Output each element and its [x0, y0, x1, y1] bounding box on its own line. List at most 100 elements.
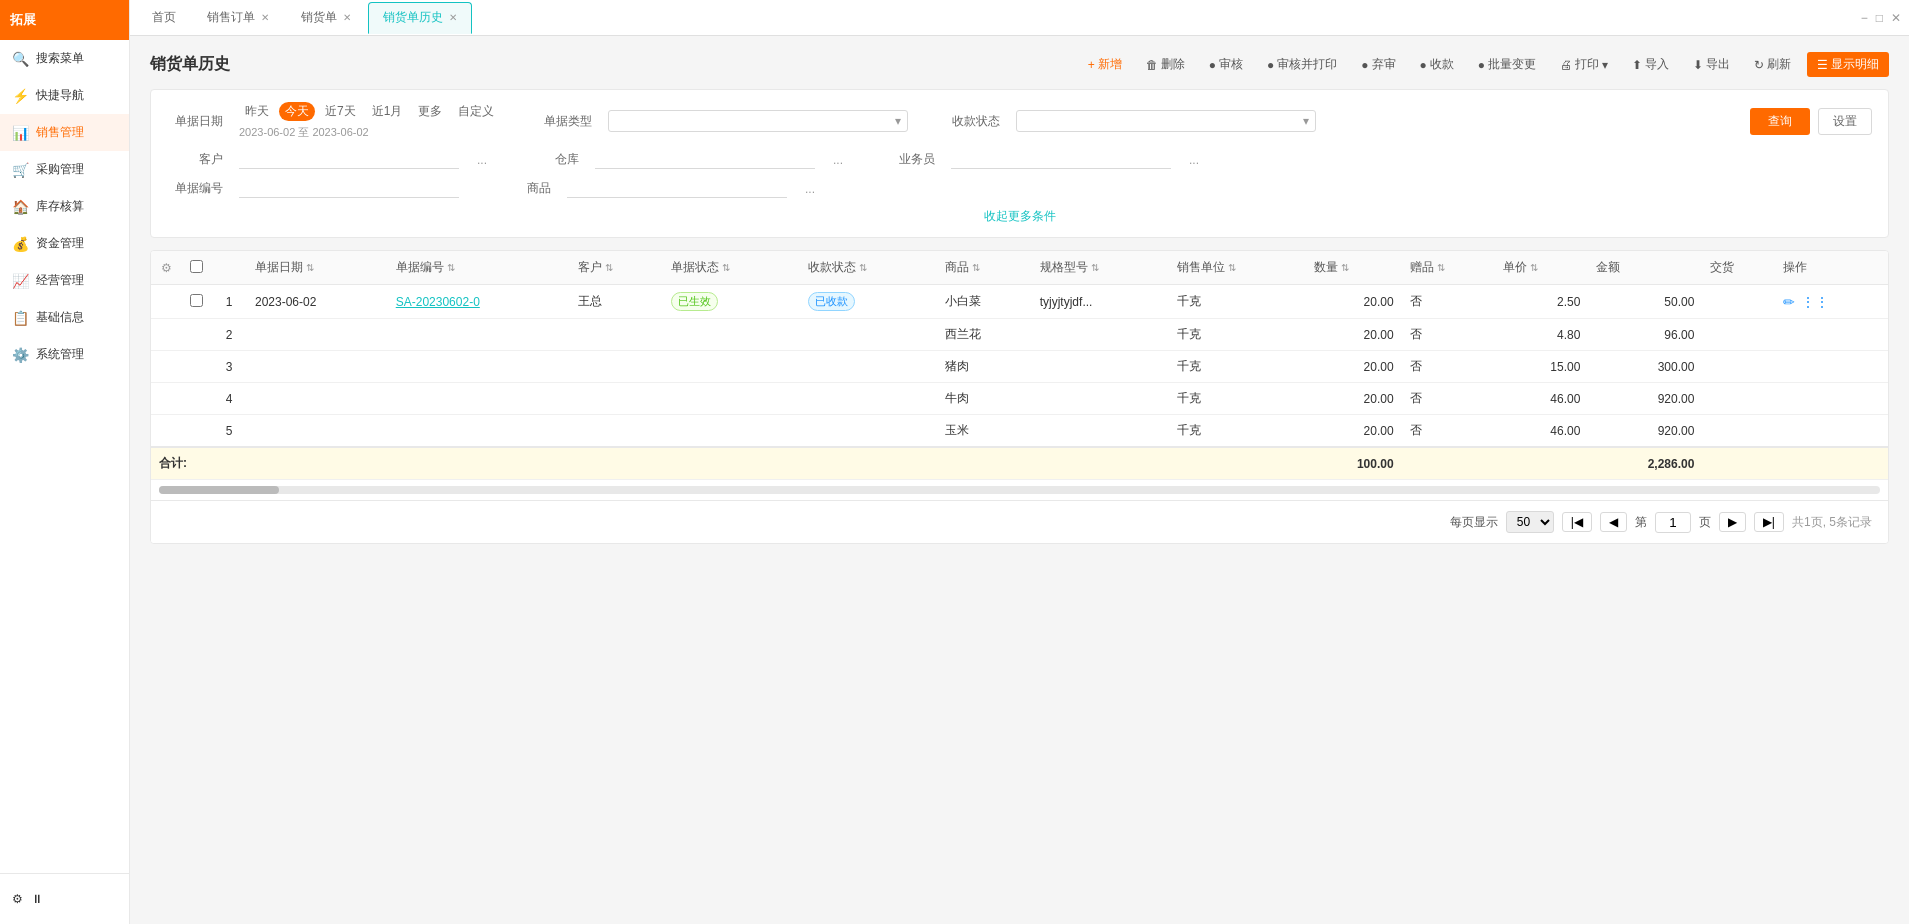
export-button[interactable]: ⬇ 导出: [1685, 52, 1738, 77]
refresh-button[interactable]: ↻ 刷新: [1746, 52, 1799, 77]
checkbox-cell: [181, 415, 211, 448]
docstatus-col-header[interactable]: 单据状态 ⇅: [663, 251, 800, 285]
tab-sales-history[interactable]: 销货单历史 ✕: [368, 2, 472, 34]
sidebar-item-sales-mgmt[interactable]: 📊 销售管理: [0, 114, 129, 151]
salesunit-col-header[interactable]: 销售单位 ⇅: [1169, 251, 1306, 285]
goods-label: 商品: [495, 180, 551, 197]
today-btn[interactable]: 今天: [279, 102, 315, 121]
goods-col-header[interactable]: 商品 ⇅: [937, 251, 1032, 285]
table-row: 3 猪肉 千克 20.00 否 15.00 300.00: [151, 351, 1888, 383]
spec-col-header[interactable]: 规格型号 ⇅: [1032, 251, 1169, 285]
sidebar-item-search-menu[interactable]: 🔍 搜索菜单: [0, 40, 129, 77]
sidebar-item-settings-bottom[interactable]: ⚙ ⏸: [0, 882, 129, 916]
customer-col-header[interactable]: 客户 ⇅: [570, 251, 663, 285]
more-action-icon[interactable]: ⋮⋮: [1801, 294, 1829, 310]
salesperson-ellipsis[interactable]: ...: [1189, 153, 1199, 167]
purchase-mgmt-icon: 🛒: [12, 162, 28, 178]
docno-cell: [388, 383, 570, 415]
customer-cell: [570, 383, 663, 415]
unitprice-col-header[interactable]: 单价 ⇅: [1495, 251, 1588, 285]
new-button[interactable]: + 新增: [1080, 52, 1130, 77]
tab-home[interactable]: 首页: [138, 2, 190, 34]
quantity-col-header[interactable]: 数量 ⇅: [1306, 251, 1402, 285]
salesperson-input[interactable]: [951, 150, 1171, 169]
delete-button[interactable]: 🗑 删除: [1138, 52, 1193, 77]
tab-sales-order[interactable]: 销售订单 ✕: [192, 2, 284, 34]
tab-sales-delivery[interactable]: 销货单 ✕: [286, 2, 366, 34]
status-select[interactable]: ▾: [1016, 110, 1316, 132]
per-page-select[interactable]: 50: [1506, 511, 1554, 533]
collect-button[interactable]: ● 收款: [1412, 52, 1462, 77]
per-page-label: 每页显示: [1450, 514, 1498, 531]
gift-col-header[interactable]: 赠品 ⇅: [1402, 251, 1495, 285]
more-date-btn[interactable]: 更多: [412, 102, 448, 121]
yesterday-btn[interactable]: 昨天: [239, 102, 275, 121]
last-page-btn[interactable]: ▶|: [1754, 512, 1784, 532]
query-button[interactable]: 查询: [1750, 108, 1810, 135]
sidebar-item-quick-nav[interactable]: ⚡ 快捷导航: [0, 77, 129, 114]
7days-btn[interactable]: 近7天: [319, 102, 362, 121]
select-all-checkbox[interactable]: [190, 260, 203, 273]
tab-close-sales-delivery[interactable]: ✕: [343, 12, 351, 23]
docno-col-header[interactable]: 单据编号 ⇅: [388, 251, 570, 285]
next-page-btn[interactable]: ▶: [1719, 512, 1746, 532]
import-icon: ⬆: [1632, 58, 1642, 72]
batch-change-button[interactable]: ● 批量变更: [1470, 52, 1544, 77]
sidebar-item-operations-mgmt[interactable]: 📈 经营管理: [0, 262, 129, 299]
sidebar-item-label: 系统管理: [36, 346, 84, 363]
paystatus-col-header[interactable]: 收款状态 ⇅: [800, 251, 937, 285]
date-col-header[interactable]: 单据日期 ⇅: [247, 251, 388, 285]
filter-actions: 查询 设置: [1750, 108, 1872, 135]
edit-icon[interactable]: ✏: [1783, 294, 1795, 310]
audit-button[interactable]: ● 审核: [1201, 52, 1251, 77]
sidebar-item-label: 采购管理: [36, 161, 84, 178]
checkbox-col-header: [181, 251, 211, 285]
filter-more-btn[interactable]: 收起更多条件: [984, 208, 1056, 225]
audit-print-button[interactable]: ● 审核并打印: [1259, 52, 1345, 77]
toolbar: + 新增 🗑 删除 ● 审核 ● 审核并打印 ● 弃审: [1080, 52, 1889, 77]
sidebar-item-capital-mgmt[interactable]: 💰 资金管理: [0, 225, 129, 262]
gift-cell: 否: [1402, 319, 1495, 351]
filter-area: 单据日期 昨天 今天 近7天 近1月 更多 自定义 2023-06-02 至 2…: [150, 89, 1889, 238]
filter-row-2: 客户 ... 仓库 ... 业务员 ...: [167, 150, 1872, 169]
type-select[interactable]: ▾: [608, 110, 908, 132]
print-button[interactable]: 🖨 打印 ▾: [1552, 52, 1616, 77]
date-cell: [247, 415, 388, 448]
window-close-icon[interactable]: ✕: [1891, 11, 1901, 25]
display-btn[interactable]: ☰ 显示明细: [1807, 52, 1889, 77]
goods-cell: 西兰花: [937, 319, 1032, 351]
tab-close-sales-history[interactable]: ✕: [449, 12, 457, 23]
sidebar-item-purchase-mgmt[interactable]: 🛒 采购管理: [0, 151, 129, 188]
sidebar-item-inventory[interactable]: 🏠 库存核算: [0, 188, 129, 225]
num-cell: 4: [211, 383, 247, 415]
goods-input[interactable]: [567, 179, 787, 198]
abandon-button[interactable]: ● 弃审: [1353, 52, 1403, 77]
setting-button[interactable]: 设置: [1818, 108, 1872, 135]
horizontal-scrollbar[interactable]: [159, 486, 1880, 494]
prev-page-btn[interactable]: ◀: [1600, 512, 1627, 532]
type-filter-label: 单据类型: [536, 113, 592, 130]
window-minimize-icon[interactable]: −: [1861, 11, 1868, 25]
first-page-btn[interactable]: |◀: [1562, 512, 1592, 532]
tab-close-sales-order[interactable]: ✕: [261, 12, 269, 23]
docno-cell: SA-20230602-0: [388, 285, 570, 319]
customer-ellipsis[interactable]: ...: [477, 153, 487, 167]
row-checkbox[interactable]: [190, 294, 203, 307]
custom-date-btn[interactable]: 自定义: [452, 102, 500, 121]
goods-ellipsis[interactable]: ...: [805, 182, 815, 196]
settings-col-header[interactable]: ⚙: [151, 251, 181, 285]
sidebar-item-basic-info[interactable]: 📋 基础信息: [0, 299, 129, 336]
sidebar-item-system-mgmt[interactable]: ⚙️ 系统管理: [0, 336, 129, 373]
page-content: 销货单历史 + 新增 🗑 删除 ● 审核 ● 审核并打印: [130, 36, 1909, 924]
date-cell: [247, 319, 388, 351]
import-button[interactable]: ⬆ 导入: [1624, 52, 1677, 77]
customer-input[interactable]: [239, 150, 459, 169]
docnum-input[interactable]: [239, 179, 459, 198]
window-maximize-icon[interactable]: □: [1876, 11, 1883, 25]
warehouse-ellipsis[interactable]: ...: [833, 153, 843, 167]
warehouse-input[interactable]: [595, 150, 815, 169]
page-input[interactable]: [1655, 512, 1691, 533]
docno-link[interactable]: SA-20230602-0: [396, 295, 480, 309]
1month-btn[interactable]: 近1月: [366, 102, 409, 121]
amount-cell: 920.00: [1588, 383, 1702, 415]
